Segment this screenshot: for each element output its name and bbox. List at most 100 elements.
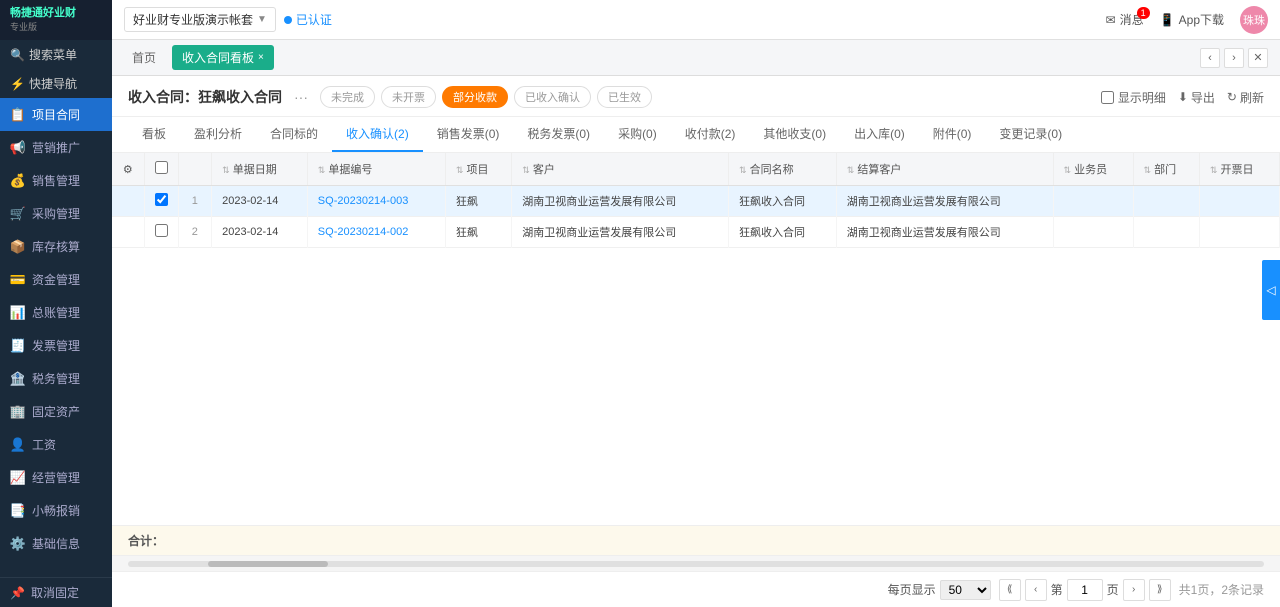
sidebar-item-general[interactable]: 📊总账管理: [0, 296, 112, 329]
col-dept-sort-icon[interactable]: ⇅: [1144, 165, 1152, 175]
app-logo: 畅捷通好业财 专业版: [0, 0, 112, 40]
sidebar-bottom-pin[interactable]: 📌 取消固定: [0, 577, 112, 607]
row-checkbox[interactable]: [155, 224, 168, 237]
data-table: ⚙ ⇅ 单据日期 ⇅ 单据编号 ⇅ 项目 ⇅ 客户 ⇅ 合同名称 ⇅ 结算客户 …: [112, 153, 1280, 248]
contract-tab[interactable]: 收入合同看板 ×: [172, 45, 274, 70]
show-detail-checkbox[interactable]: [1101, 91, 1114, 104]
sidebar-item-tax[interactable]: 🏦税务管理: [0, 362, 112, 395]
col-code-sort-icon[interactable]: ⇅: [318, 165, 326, 175]
sidebar-item-biz[interactable]: 📈经营管理: [0, 461, 112, 494]
col-contract-sort-icon[interactable]: ⇅: [739, 165, 747, 175]
sidebar-item-label-inventory: 库存核算: [32, 238, 80, 255]
col-project-sort-icon[interactable]: ⇅: [456, 165, 464, 175]
page-last-btn[interactable]: ⟫: [1149, 579, 1171, 601]
status-部分收款[interactable]: 部分收款: [442, 86, 508, 108]
sidebar-item-report[interactable]: 📑小畅报销: [0, 494, 112, 527]
total-info: 共1页，2条记录: [1179, 581, 1264, 598]
content-area: 收入合同：狂飙收入合同 ··· 未完成未开票部分收款已收入确认已生效 显示明细 …: [112, 76, 1280, 607]
home-tab[interactable]: 首页: [124, 45, 164, 70]
invoice-icon: 🧾: [10, 338, 26, 354]
home-tab-label: 首页: [132, 51, 156, 65]
page-input[interactable]: [1067, 579, 1103, 601]
table-row[interactable]: 2 2023-02-14 SQ-20230214-002 狂飙 湖南卫视商业运营…: [112, 217, 1280, 248]
col-result-sort-icon[interactable]: ⇅: [847, 165, 855, 175]
page-first-btn[interactable]: ⟪: [999, 579, 1021, 601]
sub-tab-变更记录[interactable]: 变更记录(0): [985, 117, 1076, 152]
sidebar-item-invoice[interactable]: 🧾发票管理: [0, 329, 112, 362]
sidebar-item-hr[interactable]: 👤工资: [0, 428, 112, 461]
code-link[interactable]: SQ-20230214-003: [318, 195, 409, 207]
company-selector[interactable]: 好业财专业版演示帐套 ▼: [124, 7, 276, 32]
sub-tab-合同标的[interactable]: 合同标的: [256, 117, 332, 152]
col-gear: ⚙: [112, 153, 144, 186]
gear-icon[interactable]: ⚙: [123, 164, 133, 176]
select-all-checkbox[interactable]: [155, 161, 168, 174]
code-link[interactable]: SQ-20230214-002: [318, 226, 409, 238]
sub-tab-销售发票[interactable]: 销售发票(0): [423, 117, 514, 152]
scroll-thumb[interactable]: [208, 561, 328, 567]
sidebar-item-basic[interactable]: ⚙️基础信息: [0, 527, 112, 560]
sidebar-quick-nav[interactable]: ⚡ 快捷导航: [0, 69, 112, 98]
sidebar-item-purchase[interactable]: 🛒采购管理: [0, 197, 112, 230]
col-code: ⇅ 单据编号: [307, 153, 445, 186]
sub-tab-出入库[interactable]: 出入库(0): [840, 117, 919, 152]
sidebar-item-inventory[interactable]: 📦库存核算: [0, 230, 112, 263]
cell-num: 1: [178, 186, 212, 217]
refresh-btn[interactable]: ↻ 刷新: [1227, 89, 1264, 106]
fixed-icon: 🏢: [10, 404, 26, 420]
sub-tab-税务发票[interactable]: 税务发票(0): [513, 117, 604, 152]
right-panel-icon[interactable]: ◁: [1262, 260, 1280, 320]
status-已生效[interactable]: 已生效: [597, 86, 652, 108]
col-date-sort-icon[interactable]: ⇅: [222, 165, 230, 175]
sidebar-item-sales[interactable]: 💰销售管理: [0, 164, 112, 197]
col-customer-sort-icon[interactable]: ⇅: [522, 165, 530, 175]
report-icon: 📑: [10, 503, 26, 519]
sub-tab-收付款[interactable]: 收付款(2): [671, 117, 750, 152]
cell-contract-name: 狂飙收入合同: [729, 186, 837, 217]
sub-tab-采购[interactable]: 采购(0): [604, 117, 671, 152]
sub-tab-收入确认[interactable]: 收入确认(2): [332, 117, 423, 152]
pin-icon: 📌: [10, 586, 25, 600]
sub-tab-看板[interactable]: 看板: [128, 117, 180, 152]
table-row[interactable]: 1 2023-02-14 SQ-20230214-003 狂飙 湖南卫视商业运营…: [112, 186, 1280, 217]
sub-tab-其他收支[interactable]: 其他收支(0): [749, 117, 840, 152]
cell-result-customer: 湖南卫视商业运营发展有限公司: [836, 186, 1053, 217]
sidebar-items: 📋项目合同📢营销推广💰销售管理🛒采购管理📦库存核算💳资金管理📊总账管理🧾发票管理…: [0, 98, 112, 560]
message-btn[interactable]: ✉ 1 消息: [1106, 11, 1144, 28]
sidebar-item-marketing[interactable]: 📢营销推广: [0, 131, 112, 164]
tab-prev-btn[interactable]: ‹: [1200, 48, 1220, 68]
page-label: 第: [1051, 581, 1063, 598]
sub-tab-盈利分析[interactable]: 盈利分析: [180, 117, 256, 152]
sidebar-item-project[interactable]: 📋项目合同: [0, 98, 112, 131]
sidebar-search[interactable]: 🔍 搜索菜单: [0, 40, 112, 69]
col-opendate-sort-icon[interactable]: ⇅: [1210, 165, 1218, 175]
app-download-btn[interactable]: 📱 App下载: [1160, 11, 1224, 28]
col-salesman-sort-icon[interactable]: ⇅: [1064, 165, 1072, 175]
page-prev-btn[interactable]: ‹: [1025, 579, 1047, 601]
row-checkbox[interactable]: [155, 193, 168, 206]
sidebar-item-label-marketing: 营销推广: [32, 139, 80, 156]
tab-next-btn[interactable]: ›: [1224, 48, 1244, 68]
status-未完成[interactable]: 未完成: [320, 86, 375, 108]
status-已收入确认[interactable]: 已收入确认: [514, 86, 591, 108]
sidebar-item-capital[interactable]: 💳资金管理: [0, 263, 112, 296]
export-btn[interactable]: ⬇ 导出: [1178, 89, 1215, 106]
company-arrow-icon: ▼: [257, 14, 267, 25]
sidebar-item-fixed[interactable]: 🏢固定资产: [0, 395, 112, 428]
sub-tab-附件[interactable]: 附件(0): [919, 117, 986, 152]
sidebar-quick-nav-label: 快捷导航: [29, 75, 77, 92]
col-contract-name: ⇅ 合同名称: [729, 153, 837, 186]
tab-close-btn[interactable]: ✕: [1248, 48, 1268, 68]
tab-close-icon[interactable]: ×: [258, 52, 264, 63]
scroll-track[interactable]: [128, 561, 1264, 567]
page-size-select[interactable]: 20 50 100: [940, 580, 991, 600]
sidebar-item-label-basic: 基础信息: [32, 535, 80, 552]
page-next-btn[interactable]: ›: [1123, 579, 1145, 601]
scroll-area[interactable]: [112, 555, 1280, 571]
user-avatar[interactable]: 珠珠: [1240, 6, 1268, 34]
show-detail-toggle[interactable]: 显示明细: [1101, 89, 1166, 106]
tab-nav-buttons: ‹ › ✕: [1200, 48, 1268, 68]
table-header-row: ⚙ ⇅ 单据日期 ⇅ 单据编号 ⇅ 项目 ⇅ 客户 ⇅ 合同名称 ⇅ 结算客户 …: [112, 153, 1280, 186]
contract-more-btn[interactable]: ···: [294, 89, 308, 105]
status-未开票[interactable]: 未开票: [381, 86, 436, 108]
